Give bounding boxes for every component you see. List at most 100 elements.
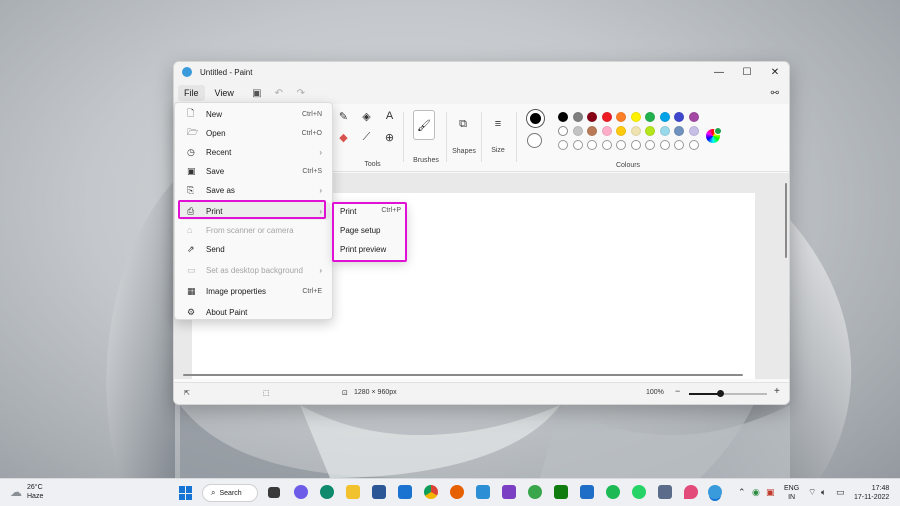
- color-swatch[interactable]: [558, 112, 568, 122]
- edit-colors-icon[interactable]: [706, 127, 722, 143]
- brush-icon[interactable]: 🖌: [413, 110, 435, 140]
- menu-item-save[interactable]: ▣ Save Ctrl+S: [179, 162, 330, 180]
- whatsapp-icon[interactable]: [632, 485, 646, 499]
- custom-color-slot[interactable]: [558, 140, 568, 150]
- close-button[interactable]: ✕: [761, 67, 789, 78]
- color-swatch[interactable]: [659, 126, 670, 136]
- custom-color-slot[interactable]: [587, 140, 597, 150]
- color-swatch[interactable]: [674, 126, 684, 136]
- photos-icon[interactable]: [502, 485, 516, 499]
- color-swatch[interactable]: [688, 112, 699, 122]
- magnifier-icon[interactable]: ⊕: [378, 131, 401, 144]
- spotify-icon[interactable]: [606, 485, 620, 499]
- utorrent-icon[interactable]: [528, 485, 542, 499]
- color-swatch[interactable]: [630, 112, 641, 122]
- color-picker-icon[interactable]: ⟋: [355, 131, 378, 144]
- menu-item-send[interactable]: ⇗ Send: [179, 240, 330, 258]
- menu-item-from-scanner[interactable]: ⌂ From scanner or camera: [179, 221, 330, 239]
- color-swatch[interactable]: [630, 126, 641, 136]
- color-swatch[interactable]: [616, 126, 626, 136]
- save-icon[interactable]: ▣: [246, 88, 268, 99]
- paint-taskbar-icon[interactable]: [708, 485, 722, 499]
- horizontal-scrollbar[interactable]: [183, 374, 743, 376]
- primary-color[interactable]: [527, 110, 544, 127]
- zoom-slider[interactable]: [689, 390, 767, 397]
- language-indicator[interactable]: ENG IN: [784, 484, 799, 502]
- microsoft-store-icon[interactable]: [372, 485, 386, 499]
- custom-color-slot[interactable]: [688, 140, 699, 150]
- menu-item-image-properties[interactable]: ▦ Image properties Ctrl+E: [179, 282, 330, 300]
- color-swatch[interactable]: [645, 112, 655, 122]
- custom-color-slot[interactable]: [645, 140, 655, 150]
- eraser-icon[interactable]: ◆: [332, 131, 355, 144]
- custom-color-slot[interactable]: [601, 140, 612, 150]
- battery-icon[interactable]: ▭: [836, 487, 845, 498]
- zoom-slider-thumb[interactable]: [717, 390, 725, 397]
- teams-chat-icon[interactable]: [294, 485, 308, 499]
- maximize-button[interactable]: ☐: [733, 67, 761, 78]
- custom-color-slot[interactable]: [616, 140, 626, 150]
- firefox-nightly-icon[interactable]: [684, 485, 698, 499]
- minimize-button[interactable]: —: [705, 67, 733, 78]
- color-swatch[interactable]: [601, 112, 612, 122]
- menu-item-open[interactable]: 🗁 Open Ctrl+O: [179, 124, 330, 142]
- edge-browser-icon[interactable]: [320, 485, 334, 499]
- color-swatch[interactable]: [558, 126, 568, 136]
- calendar-app-icon[interactable]: [580, 485, 594, 499]
- firefox-icon[interactable]: [450, 485, 464, 499]
- custom-color-slot[interactable]: [674, 140, 684, 150]
- color-swatch[interactable]: [587, 126, 597, 136]
- display-settings-icon[interactable]: [658, 485, 672, 499]
- file-explorer-icon[interactable]: [346, 485, 360, 499]
- file-menu[interactable]: File: [178, 85, 205, 101]
- chrome-icon[interactable]: [424, 485, 438, 499]
- custom-color-slot[interactable]: [630, 140, 641, 150]
- wifi-icon[interactable]: ⌔: [808, 487, 816, 498]
- taskbar-search[interactable]: ⌕ Search: [202, 484, 258, 502]
- zoom-out-button[interactable]: −: [675, 386, 680, 396]
- security-tray-icon[interactable]: ◉: [752, 487, 760, 498]
- custom-color-slot[interactable]: [659, 140, 670, 150]
- menu-item-new[interactable]: 🗋 New Ctrl+N: [179, 105, 330, 123]
- color-swatch[interactable]: [616, 112, 626, 122]
- color-swatch[interactable]: [688, 126, 699, 136]
- system-clock[interactable]: 17:48 17-11-2022: [854, 484, 889, 502]
- color-swatch[interactable]: [572, 112, 583, 122]
- menu-item-set-desktop-background[interactable]: ▭ Set as desktop background ›: [179, 261, 330, 279]
- fill-icon[interactable]: ◈: [355, 110, 378, 123]
- vertical-scrollbar[interactable]: [785, 183, 787, 258]
- color-swatch[interactable]: [659, 112, 670, 122]
- color-swatch[interactable]: [572, 126, 583, 136]
- zoom-in-button[interactable]: +: [774, 386, 780, 397]
- custom-color-slot[interactable]: [572, 140, 583, 150]
- redo-icon[interactable]: ↷: [290, 88, 312, 99]
- title-bar[interactable]: Untitled - Paint — ☐ ✕: [174, 62, 789, 82]
- windows-start-icon[interactable]: [179, 486, 193, 500]
- line-size-icon[interactable]: ≡: [488, 118, 508, 130]
- taskbar: ☁ 26°C Haze ⌕ Search ⌃ ◉ ▣ ENG IN ⌔ 🔈︎ ▭…: [0, 478, 900, 506]
- weather-widget[interactable]: ☁ 26°C Haze: [10, 483, 43, 501]
- color-swatch[interactable]: [601, 126, 612, 136]
- secondary-color[interactable]: [527, 133, 542, 148]
- menu-item-recent[interactable]: ◷ Recent ›: [179, 143, 330, 161]
- save-icon: ▣: [187, 165, 196, 176]
- xbox-icon[interactable]: [554, 485, 568, 499]
- share-icon[interactable]: ⚯: [771, 88, 779, 99]
- text-icon[interactable]: A: [378, 110, 401, 123]
- shapes-icon[interactable]: ⧉: [452, 118, 474, 131]
- undo-icon[interactable]: ↶: [268, 88, 290, 99]
- color-swatch[interactable]: [587, 112, 597, 122]
- pencil-icon[interactable]: ✎: [332, 110, 355, 123]
- remote-desktop-icon[interactable]: [476, 485, 490, 499]
- menu-item-save-as[interactable]: ⎘ Save as ›: [179, 181, 330, 199]
- mail-icon[interactable]: [398, 485, 412, 499]
- volume-icon[interactable]: 🔈︎: [821, 487, 826, 498]
- color-swatch[interactable]: [645, 126, 655, 136]
- color-swatch[interactable]: [674, 112, 684, 122]
- view-menu[interactable]: View: [209, 85, 240, 101]
- brushes-label: Brushes: [413, 157, 439, 164]
- chevron-up-icon[interactable]: ⌃: [738, 487, 746, 498]
- menu-item-about-paint[interactable]: ⚙ About Paint: [179, 303, 330, 321]
- tray-app-icon[interactable]: ▣: [766, 487, 775, 498]
- task-view-icon[interactable]: [268, 487, 280, 498]
